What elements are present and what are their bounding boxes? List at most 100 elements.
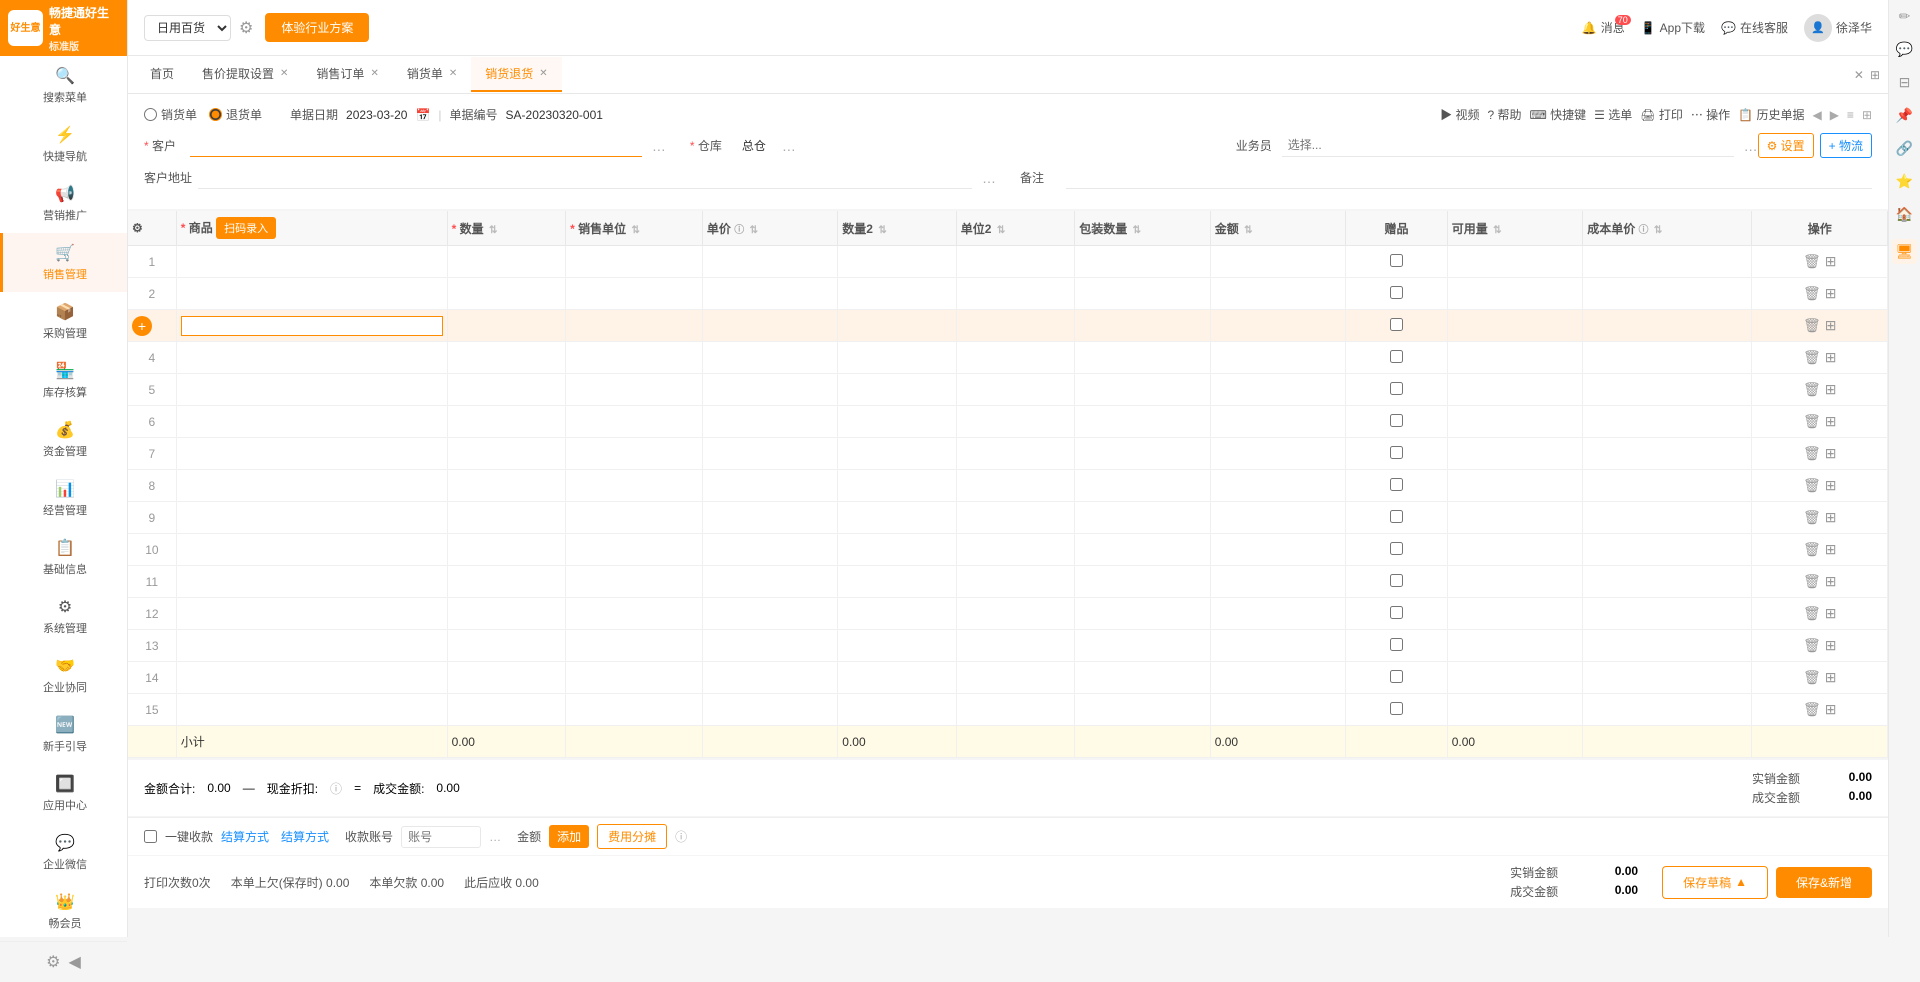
cost-price-cell-12[interactable] xyxy=(1583,598,1752,630)
unit2-cell-7[interactable] xyxy=(956,438,1075,470)
online-service-item[interactable]: 💬 在线客服 xyxy=(1721,19,1788,36)
copy-row-icon-6[interactable]: ⊞ xyxy=(1825,413,1837,430)
amount-cell-6[interactable] xyxy=(1210,406,1345,438)
cost-price-cell-15[interactable] xyxy=(1583,694,1752,726)
copy-row-icon-8[interactable]: ⊞ xyxy=(1825,477,1837,494)
gift-checkbox-13[interactable] xyxy=(1390,638,1403,651)
product-cell-4[interactable] xyxy=(176,342,447,374)
unit2-cell-10[interactable] xyxy=(956,534,1075,566)
cost-info-icon[interactable]: ⓘ xyxy=(1639,225,1649,236)
cost-price-cell-13[interactable] xyxy=(1583,630,1752,662)
product-cell-14[interactable] xyxy=(176,662,447,694)
pack-qty-cell-15[interactable] xyxy=(1075,694,1210,726)
tab-sales-order-close[interactable]: ✕ xyxy=(370,68,378,79)
qty2-cell-5[interactable] xyxy=(838,374,957,406)
delete-row-icon-3[interactable]: 🗑 xyxy=(1803,317,1821,334)
unit2-cell-4[interactable] xyxy=(956,342,1075,374)
amount-cell-3[interactable] xyxy=(1210,310,1345,342)
product-cell-11[interactable] xyxy=(176,566,447,598)
quantity-cell-9[interactable] xyxy=(447,502,566,534)
product-cell-9[interactable] xyxy=(176,502,447,534)
unit2-cell-9[interactable] xyxy=(956,502,1075,534)
price-cell-3[interactable] xyxy=(702,310,837,342)
next-doc-icon[interactable]: ▶ xyxy=(1830,108,1839,122)
copy-row-icon-13[interactable]: ⊞ xyxy=(1825,637,1837,654)
amount-cell-9[interactable] xyxy=(1210,502,1345,534)
video-btn[interactable]: ▶ 视频 xyxy=(1440,106,1479,123)
add-row-button[interactable]: + xyxy=(132,316,152,336)
gift-checkbox-15[interactable] xyxy=(1390,702,1403,715)
available-cell-7[interactable] xyxy=(1447,438,1582,470)
cp-sort-icon[interactable]: ⇅ xyxy=(1654,225,1662,236)
shortcuts-btn[interactable]: ⌨ 快捷键 xyxy=(1530,106,1587,123)
amount-cell-2[interactable] xyxy=(1210,278,1345,310)
rs-edit-icon[interactable]: ✏ xyxy=(1899,8,1911,25)
cost-price-cell-8[interactable] xyxy=(1583,470,1752,502)
pack-qty-cell-7[interactable] xyxy=(1075,438,1210,470)
cost-price-cell-7[interactable] xyxy=(1583,438,1752,470)
tab-sales-order[interactable]: 销售订单 ✕ xyxy=(302,57,392,92)
gift-checkbox-12[interactable] xyxy=(1390,606,1403,619)
qty2-cell-12[interactable] xyxy=(838,598,957,630)
gift-cell-3[interactable] xyxy=(1346,310,1448,342)
amount-cell-12[interactable] xyxy=(1210,598,1345,630)
pack-qty-cell-6[interactable] xyxy=(1075,406,1210,438)
gift-cell-9[interactable] xyxy=(1346,502,1448,534)
grid-view-icon[interactable]: ⊞ xyxy=(1862,108,1872,122)
unit2-cell-13[interactable] xyxy=(956,630,1075,662)
list-view-icon[interactable]: ≡ xyxy=(1847,108,1854,122)
unit2-cell-12[interactable] xyxy=(956,598,1075,630)
collapse-icon[interactable]: ◀ xyxy=(69,952,81,972)
product-cell-5[interactable] xyxy=(176,374,447,406)
try-industry-button[interactable]: 体验行业方案 xyxy=(265,13,369,42)
available-cell-1[interactable] xyxy=(1447,246,1582,278)
copy-row-icon-7[interactable]: ⊞ xyxy=(1825,445,1837,462)
gift-checkbox-14[interactable] xyxy=(1390,670,1403,683)
sales-unit-cell-13[interactable] xyxy=(566,630,703,662)
tab-sales-return[interactable]: 销货退货 ✕ xyxy=(471,57,561,92)
delete-row-icon-4[interactable]: 🗑 xyxy=(1803,349,1821,366)
app-download-item[interactable]: 📱 App下载 xyxy=(1641,19,1705,36)
pack-qty-cell-1[interactable] xyxy=(1075,246,1210,278)
account-search-icon[interactable]: … xyxy=(489,830,501,844)
available-cell-4[interactable] xyxy=(1447,342,1582,374)
gift-checkbox-3[interactable] xyxy=(1390,318,1403,331)
gift-checkbox-2[interactable] xyxy=(1390,286,1403,299)
pack-qty-cell-9[interactable] xyxy=(1075,502,1210,534)
pack-qty-cell-13[interactable] xyxy=(1075,630,1210,662)
quantity-cell-1[interactable] xyxy=(447,246,566,278)
unit2-cell-11[interactable] xyxy=(956,566,1075,598)
am-sort-icon[interactable]: ⇅ xyxy=(1244,225,1252,236)
tab-home[interactable]: 首页 xyxy=(136,57,188,92)
rs-pin-icon[interactable]: 📌 xyxy=(1896,107,1913,124)
address-search-icon[interactable]: … xyxy=(982,170,996,186)
sidebar-item-finance[interactable]: 💰 资金管理 xyxy=(0,410,127,469)
copy-row-icon-12[interactable]: ⊞ xyxy=(1825,605,1837,622)
gift-cell-8[interactable] xyxy=(1346,470,1448,502)
gift-checkbox-5[interactable] xyxy=(1390,382,1403,395)
sales-unit-cell-6[interactable] xyxy=(566,406,703,438)
pack-qty-cell-12[interactable] xyxy=(1075,598,1210,630)
amount-cell-15[interactable] xyxy=(1210,694,1345,726)
notification-item[interactable]: 🔔 70 消息 xyxy=(1582,19,1625,36)
copy-row-icon-10[interactable]: ⊞ xyxy=(1825,541,1837,558)
close-all-tabs-icon[interactable]: ✕ xyxy=(1854,68,1864,82)
copy-row-icon-3[interactable]: ⊞ xyxy=(1825,317,1837,334)
cost-price-cell-6[interactable] xyxy=(1583,406,1752,438)
copy-row-icon-5[interactable]: ⊞ xyxy=(1825,381,1837,398)
qty2-cell-7[interactable] xyxy=(838,438,957,470)
available-cell-11[interactable] xyxy=(1447,566,1582,598)
qty2-cell-10[interactable] xyxy=(838,534,957,566)
gift-checkbox-11[interactable] xyxy=(1390,574,1403,587)
quantity-cell-3[interactable] xyxy=(447,310,566,342)
warehouse-search-icon[interactable]: … xyxy=(782,138,796,154)
cost-price-cell-1[interactable] xyxy=(1583,246,1752,278)
tab-sales-delivery-close[interactable]: ✕ xyxy=(449,68,457,79)
price-cell-2[interactable] xyxy=(702,278,837,310)
product-cell-13[interactable] xyxy=(176,630,447,662)
delete-row-icon-2[interactable]: 🗑 xyxy=(1803,285,1821,302)
delete-row-icon-14[interactable]: 🗑 xyxy=(1803,669,1821,686)
product-cell-2[interactable] xyxy=(176,278,447,310)
gift-checkbox-8[interactable] xyxy=(1390,478,1403,491)
quantity-cell-5[interactable] xyxy=(447,374,566,406)
